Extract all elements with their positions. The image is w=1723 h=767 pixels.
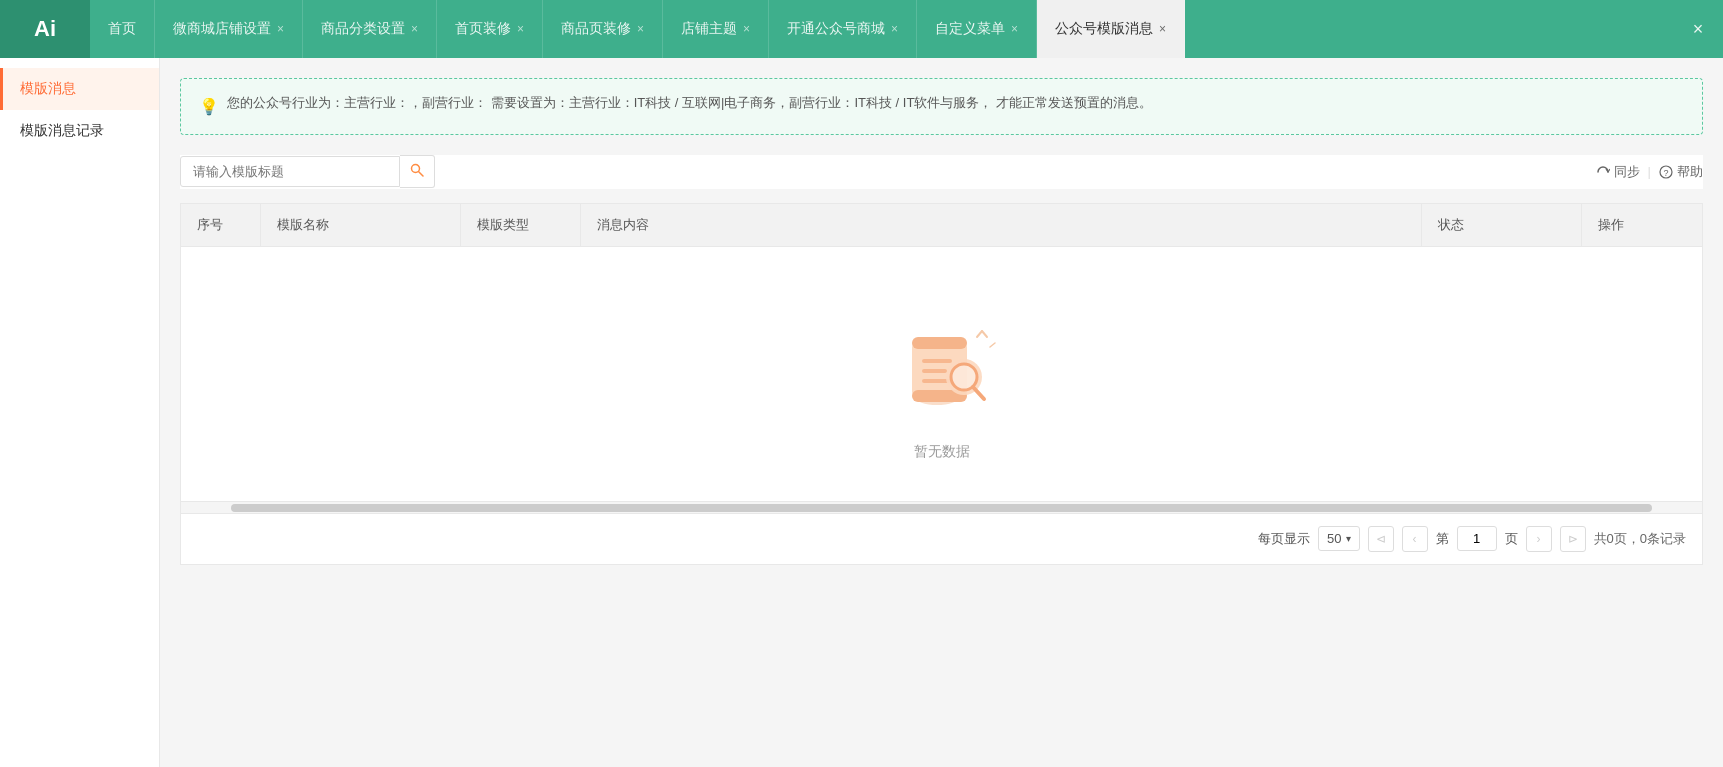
main-layout: 模版消息模版消息记录 💡 您的公众号行业为：主营行业：，副营行业： 需要设置为：…	[0, 58, 1723, 767]
col-header-seq: 序号	[181, 204, 261, 246]
col-header-action: 操作	[1582, 204, 1702, 246]
sidebar-item-模版消息[interactable]: 模版消息	[0, 68, 159, 110]
page-size-label: 每页显示	[1258, 530, 1310, 548]
notice-highlight: 需要设置为：主营行业：IT科技 / 互联网|电子商务，副营行业：IT科技 / I…	[491, 95, 993, 110]
search-button[interactable]	[400, 155, 435, 188]
toolbar-right: 同步 | ? 帮助	[1596, 155, 1703, 189]
nav-tab-首页装修[interactable]: 首页装修×	[437, 0, 543, 58]
first-page-button[interactable]: ⊲	[1368, 526, 1394, 552]
page-unit-label: 页	[1505, 530, 1518, 548]
search-area	[180, 155, 435, 188]
nav-tab-开通公众号商城[interactable]: 开通公众号商城×	[769, 0, 917, 58]
tab-close-icon[interactable]: ×	[743, 22, 750, 36]
next-page-button[interactable]: ›	[1526, 526, 1552, 552]
nav-tab-商品页装修[interactable]: 商品页装修×	[543, 0, 663, 58]
tab-close-icon[interactable]: ×	[891, 22, 898, 36]
svg-line-16	[990, 343, 995, 347]
nav-tab-商品分类设置[interactable]: 商品分类设置×	[303, 0, 437, 58]
tab-close-icon[interactable]: ×	[1011, 22, 1018, 36]
notice-content: 您的公众号行业为：主营行业：，副营行业： 需要设置为：主营行业：IT科技 / 互…	[227, 93, 1152, 114]
col-header-type: 模版类型	[461, 204, 581, 246]
top-nav: Ai 首页微商城店铺设置×商品分类设置×首页装修×商品页装修×店铺主题×开通公众…	[0, 0, 1723, 58]
empty-state: 暂无数据	[181, 247, 1702, 501]
nav-tabs: 首页微商城店铺设置×商品分类设置×首页装修×商品页装修×店铺主题×开通公众号商城…	[90, 0, 1673, 58]
page-number-input[interactable]	[1457, 526, 1497, 551]
sync-button[interactable]: 同步	[1596, 163, 1640, 181]
logo: Ai	[0, 0, 90, 58]
col-header-status: 状态	[1422, 204, 1582, 246]
toolbar-divider: |	[1648, 164, 1651, 179]
help-label: 帮助	[1677, 163, 1703, 181]
close-all-button[interactable]: ×	[1673, 0, 1723, 58]
nav-tab-微商城店铺设置[interactable]: 微商城店铺设置×	[155, 0, 303, 58]
tab-close-icon[interactable]: ×	[517, 22, 524, 36]
sidebar-item-模版消息记录[interactable]: 模版消息记录	[0, 110, 159, 152]
horizontal-scrollbar[interactable]	[181, 501, 1702, 513]
svg-line-15	[982, 331, 987, 337]
svg-line-1	[419, 172, 424, 177]
tab-close-icon[interactable]: ×	[277, 22, 284, 36]
col-header-content: 消息内容	[581, 204, 1422, 246]
search-icon	[410, 163, 424, 177]
empty-icon	[882, 307, 1002, 427]
help-button[interactable]: ? 帮助	[1659, 163, 1703, 181]
col-header-name: 模版名称	[261, 204, 461, 246]
help-icon: ?	[1659, 165, 1673, 179]
notice-text-suffix: 才能正常发送预置的消息。	[996, 95, 1152, 110]
notice-icon: 💡	[199, 94, 219, 120]
notice-box: 💡 您的公众号行业为：主营行业：，副营行业： 需要设置为：主营行业：IT科技 /…	[180, 78, 1703, 135]
pagination: 每页显示 50 ▾ ⊲ ‹ 第 页 › ⊳	[181, 513, 1702, 564]
tab-close-icon[interactable]: ×	[411, 22, 418, 36]
svg-rect-8	[922, 359, 952, 363]
table-header: 序号 模版名称 模版类型 消息内容 状态 操作	[181, 204, 1702, 247]
page-total: 共0页，0条记录	[1594, 530, 1686, 548]
sync-icon	[1596, 165, 1610, 179]
search-input[interactable]	[180, 156, 400, 187]
svg-line-14	[977, 331, 982, 337]
content-area: 💡 您的公众号行业为：主营行业：，副营行业： 需要设置为：主营行业：IT科技 /…	[160, 58, 1723, 767]
svg-rect-9	[922, 369, 947, 373]
svg-line-13	[973, 387, 984, 399]
svg-text:?: ?	[1663, 168, 1668, 178]
sidebar: 模版消息模版消息记录	[0, 58, 160, 767]
tab-close-icon[interactable]: ×	[637, 22, 644, 36]
data-table: 序号 模版名称 模版类型 消息内容 状态 操作	[180, 203, 1703, 565]
scrollbar-thumb[interactable]	[231, 504, 1652, 512]
empty-text: 暂无数据	[914, 443, 970, 461]
nav-tab-店铺主题[interactable]: 店铺主题×	[663, 0, 769, 58]
svg-rect-10	[922, 379, 950, 383]
nav-tab-自定义菜单[interactable]: 自定义菜单×	[917, 0, 1037, 58]
prev-page-button[interactable]: ‹	[1402, 526, 1428, 552]
page-size-select[interactable]: 50 ▾	[1318, 526, 1359, 551]
nav-tab-首页[interactable]: 首页	[90, 0, 155, 58]
tab-close-icon[interactable]: ×	[1159, 22, 1166, 36]
toolbar: 同步 | ? 帮助	[180, 155, 1703, 189]
chevron-down-icon: ▾	[1346, 533, 1351, 544]
notice-text-prefix: 您的公众号行业为：主营行业：，副营行业：	[227, 95, 487, 110]
page-size-value: 50	[1327, 531, 1341, 546]
page-di-label: 第	[1436, 530, 1449, 548]
nav-tab-公众号模版消息[interactable]: 公众号模版消息×	[1037, 0, 1185, 58]
sync-label: 同步	[1614, 163, 1640, 181]
svg-rect-6	[912, 337, 967, 349]
last-page-button[interactable]: ⊳	[1560, 526, 1586, 552]
